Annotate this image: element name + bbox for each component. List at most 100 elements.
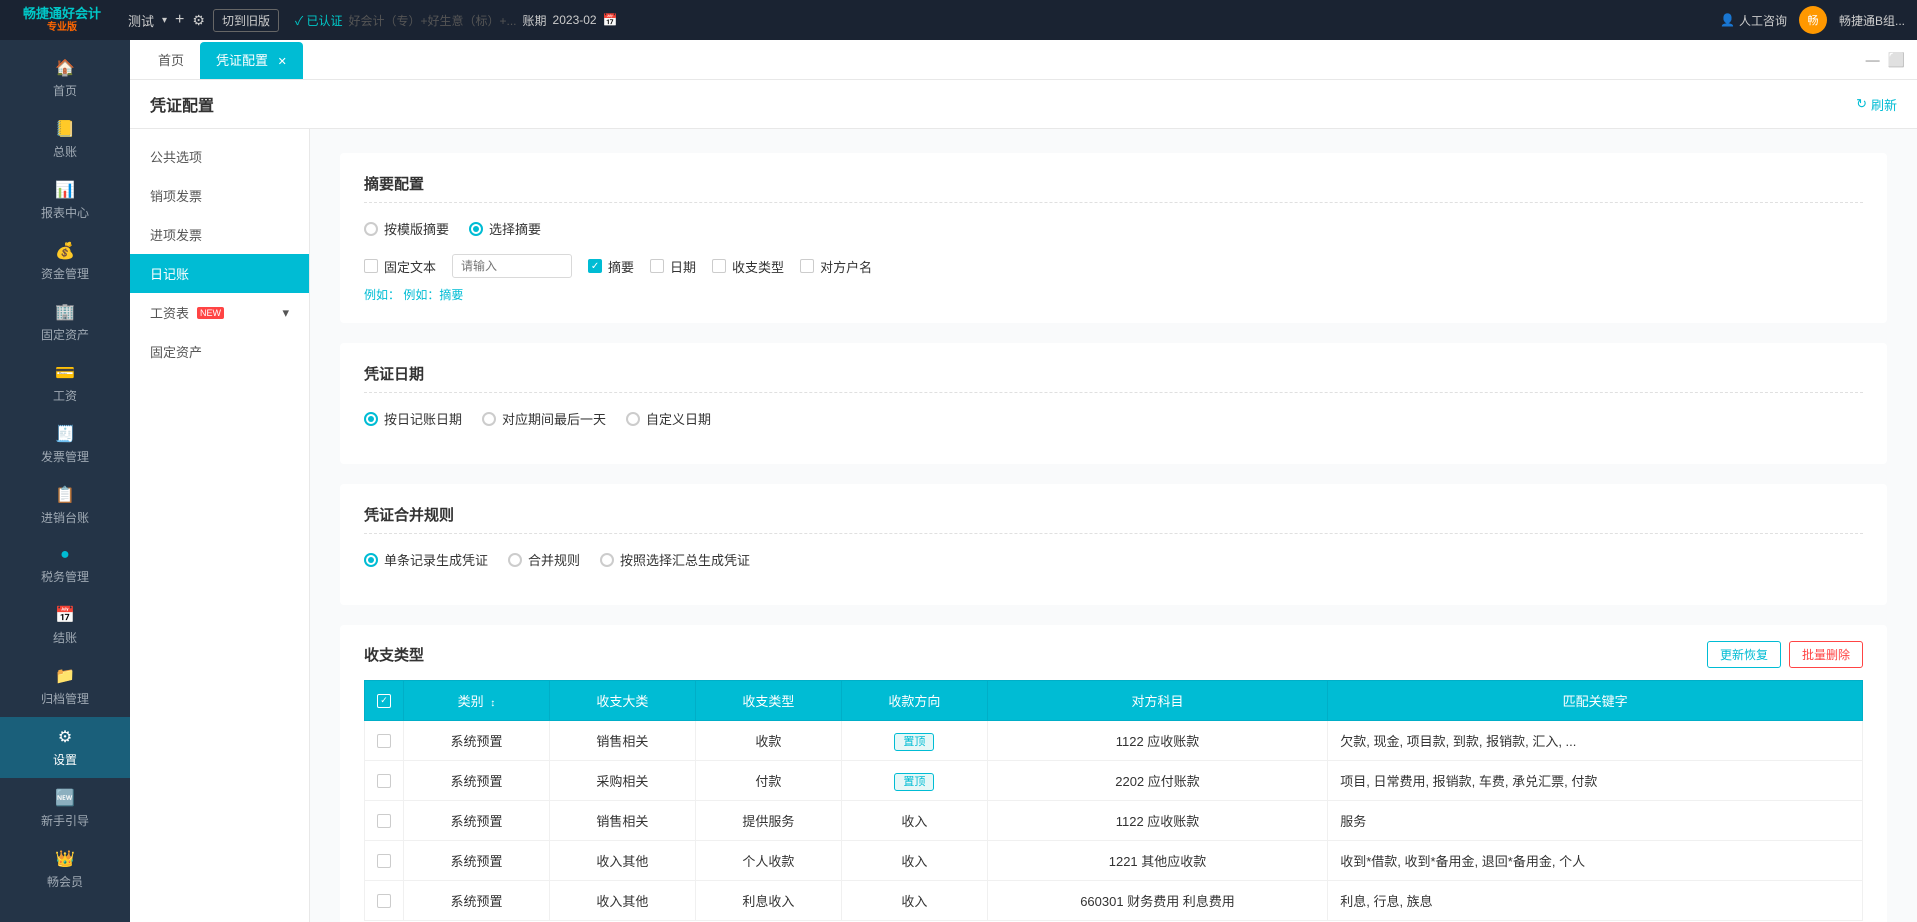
left-nav-public[interactable]: 公共选项 — [130, 137, 309, 176]
page-title: 凭证配置 — [150, 92, 214, 116]
sort-icon[interactable]: ↕ — [490, 698, 495, 709]
sidebar-item-invoice-mgmt[interactable]: 🧾 发票管理 — [0, 414, 130, 475]
row-account-0: 1122 应收账款 — [987, 721, 1327, 761]
period-label: 账期 — [523, 12, 547, 29]
row-direction-2: 收入 — [841, 801, 987, 841]
tab-close-icon[interactable]: ✕ — [278, 56, 287, 68]
inner-layout: 公共选项 销项发票 进项发票 日记账 工资表 NEW ▾ — [130, 129, 1917, 922]
checkbox-income-type[interactable]: 收支类型 — [712, 257, 784, 276]
maximize-icon[interactable]: ⬜ — [1888, 51, 1905, 68]
sidebar-item-assets[interactable]: 🏢 固定资产 — [0, 292, 130, 353]
left-nav: 公共选项 销项发票 进项发票 日记账 工资表 NEW ▾ — [130, 129, 310, 922]
select-all-checkbox[interactable]: ✓ — [377, 694, 391, 708]
radio-template-summary[interactable]: 按模版摘要 — [364, 219, 449, 238]
sidebar-item-tax[interactable]: ● 税务管理 — [0, 536, 130, 595]
refresh-btn[interactable]: ↻ 刷新 — [1856, 95, 1897, 114]
date-radio-group: 按日记账日期 对应期间最后一天 自定义日期 — [364, 409, 1863, 428]
sidebar-item-report[interactable]: 📊 报表中心 — [0, 170, 130, 231]
user-name[interactable]: 畅捷通B组... — [1839, 12, 1905, 29]
col-account: 对方科目 — [987, 681, 1327, 721]
row-checkbox-3[interactable] — [365, 841, 404, 881]
radio-circle-merge — [508, 553, 522, 567]
add-button[interactable]: + — [175, 11, 184, 29]
row-account-3: 1221 其他应收款 — [987, 841, 1327, 881]
row-checkbox-2[interactable] — [365, 801, 404, 841]
example-value: 例如：摘要 — [403, 288, 463, 302]
direction-tag-0[interactable]: 置顶 — [894, 733, 934, 751]
assets-icon: 🏢 — [55, 302, 75, 322]
row-keywords-0: 欠款, 现金, 项目款, 到款, 报销款, 汇入, ... — [1328, 721, 1863, 761]
row-checkbox-0[interactable] — [365, 721, 404, 761]
table-row: 系统预置 收入其他 利息收入 收入 660301 财务费用 利息费用 利息, 行… — [365, 881, 1863, 921]
checkbox-date[interactable]: 日期 — [650, 257, 696, 276]
table-actions: 更新恢复 批量删除 — [1707, 641, 1863, 668]
human-consult-btn[interactable]: 👤 人工咨询 — [1720, 12, 1787, 29]
summary-section-title: 摘要配置 — [364, 173, 1863, 203]
radio-single-record[interactable]: 单条记录生成凭证 — [364, 550, 488, 569]
checkbox-row-3[interactable] — [377, 854, 391, 868]
sidebar-label-home: 首页 — [53, 82, 77, 99]
gear-icon[interactable]: ⚙ — [192, 12, 205, 29]
row-keywords-1: 项目, 日常费用, 报销款, 车费, 承兑汇票, 付款 — [1328, 761, 1863, 801]
left-nav-sales-invoice[interactable]: 销项发票 — [130, 176, 309, 215]
tab-home[interactable]: 首页 — [142, 42, 200, 79]
sidebar-item-home[interactable]: 🏠 首页 — [0, 48, 130, 109]
direction-tag-1[interactable]: 置顶 — [894, 773, 934, 791]
fixed-text-input[interactable] — [452, 254, 572, 278]
minimize-icon[interactable]: — — [1866, 51, 1880, 68]
left-nav-journal[interactable]: 日记账 — [130, 254, 309, 293]
sidebar-label-report: 报表中心 — [41, 204, 89, 221]
switch-old-btn[interactable]: 切到旧版 — [213, 9, 279, 32]
radio-period-last-day[interactable]: 对应期间最后一天 — [482, 409, 606, 428]
tab-voucher-config[interactable]: 凭证配置 ✕ — [200, 42, 303, 79]
row-keywords-2: 服务 — [1328, 801, 1863, 841]
left-nav-purchase-invoice[interactable]: 进项发票 — [130, 215, 309, 254]
sidebar-item-settings[interactable]: ⚙ 设置 — [0, 717, 130, 778]
left-nav-fixed-assets[interactable]: 固定资产 — [130, 332, 309, 371]
radio-merge-rules[interactable]: 合并规则 — [508, 550, 580, 569]
date-section: 凭证日期 按日记账日期 对应期间最后一天 自定义日期 — [340, 343, 1887, 464]
dropdown-arrow-icon[interactable]: ▾ — [162, 15, 167, 26]
row-account-2: 1122 应收账款 — [987, 801, 1327, 841]
purchase-icon: 📋 — [55, 485, 75, 505]
sidebar-label-tax: 税务管理 — [41, 568, 89, 585]
update-restore-btn[interactable]: 更新恢复 — [1707, 641, 1781, 668]
checkbox-box-income-type — [712, 259, 726, 273]
left-nav-payroll[interactable]: 工资表 NEW ▾ — [130, 293, 309, 332]
sidebar-item-salary[interactable]: 💳 工资 — [0, 353, 130, 414]
certified-tag: ✓ 已认证 — [295, 12, 343, 29]
checkbox-row-0[interactable] — [377, 734, 391, 748]
user-avatar[interactable]: 畅 — [1799, 6, 1827, 34]
refresh-label: 刷新 — [1871, 95, 1897, 114]
sidebar-label-ledger: 总账 — [53, 143, 77, 160]
radio-journal-date[interactable]: 按日记账日期 — [364, 409, 462, 428]
radio-select-total[interactable]: 按照选择汇总生成凭证 — [600, 550, 750, 569]
sidebar-item-ledger[interactable]: 📒 总账 — [0, 109, 130, 170]
batch-delete-btn[interactable]: 批量删除 — [1789, 641, 1863, 668]
checkbox-summary[interactable]: ✓ 摘要 — [588, 257, 634, 276]
row-type-0: 收款 — [695, 721, 841, 761]
sidebar-item-guide[interactable]: 🆕 新手引导 — [0, 778, 130, 839]
checkbox-row-4[interactable] — [377, 894, 391, 908]
sidebar-item-archive[interactable]: 📁 归档管理 — [0, 656, 130, 717]
checkbox-box-date — [650, 259, 664, 273]
row-type-3: 个人收款 — [695, 841, 841, 881]
checkbox-counterpart[interactable]: 对方户名 — [800, 257, 872, 276]
checkbox-row-2[interactable] — [377, 814, 391, 828]
row-type-1: 付款 — [695, 761, 841, 801]
sidebar-item-settle[interactable]: 📅 结账 — [0, 595, 130, 656]
calendar-icon[interactable]: 📅 — [603, 13, 618, 27]
radio-select-summary[interactable]: 选择摘要 — [469, 219, 541, 238]
checkbox-fixed-text[interactable]: 固定文本 — [364, 257, 436, 276]
radio-custom-date[interactable]: 自定义日期 — [626, 409, 711, 428]
row-checkbox-1[interactable] — [365, 761, 404, 801]
sidebar-item-purchase[interactable]: 📋 进销台账 — [0, 475, 130, 536]
settle-icon: 📅 — [55, 605, 75, 625]
checkbox-row-1[interactable] — [377, 774, 391, 788]
sidebar-item-fund[interactable]: 💰 资金管理 — [0, 231, 130, 292]
row-checkbox-4[interactable] — [365, 881, 404, 921]
col-category: 类别 ↕ — [404, 681, 550, 721]
ledger-icon: 📒 — [55, 119, 75, 139]
sidebar-item-member[interactable]: 👑 畅会员 — [0, 839, 130, 900]
report-icon: 📊 — [55, 180, 75, 200]
